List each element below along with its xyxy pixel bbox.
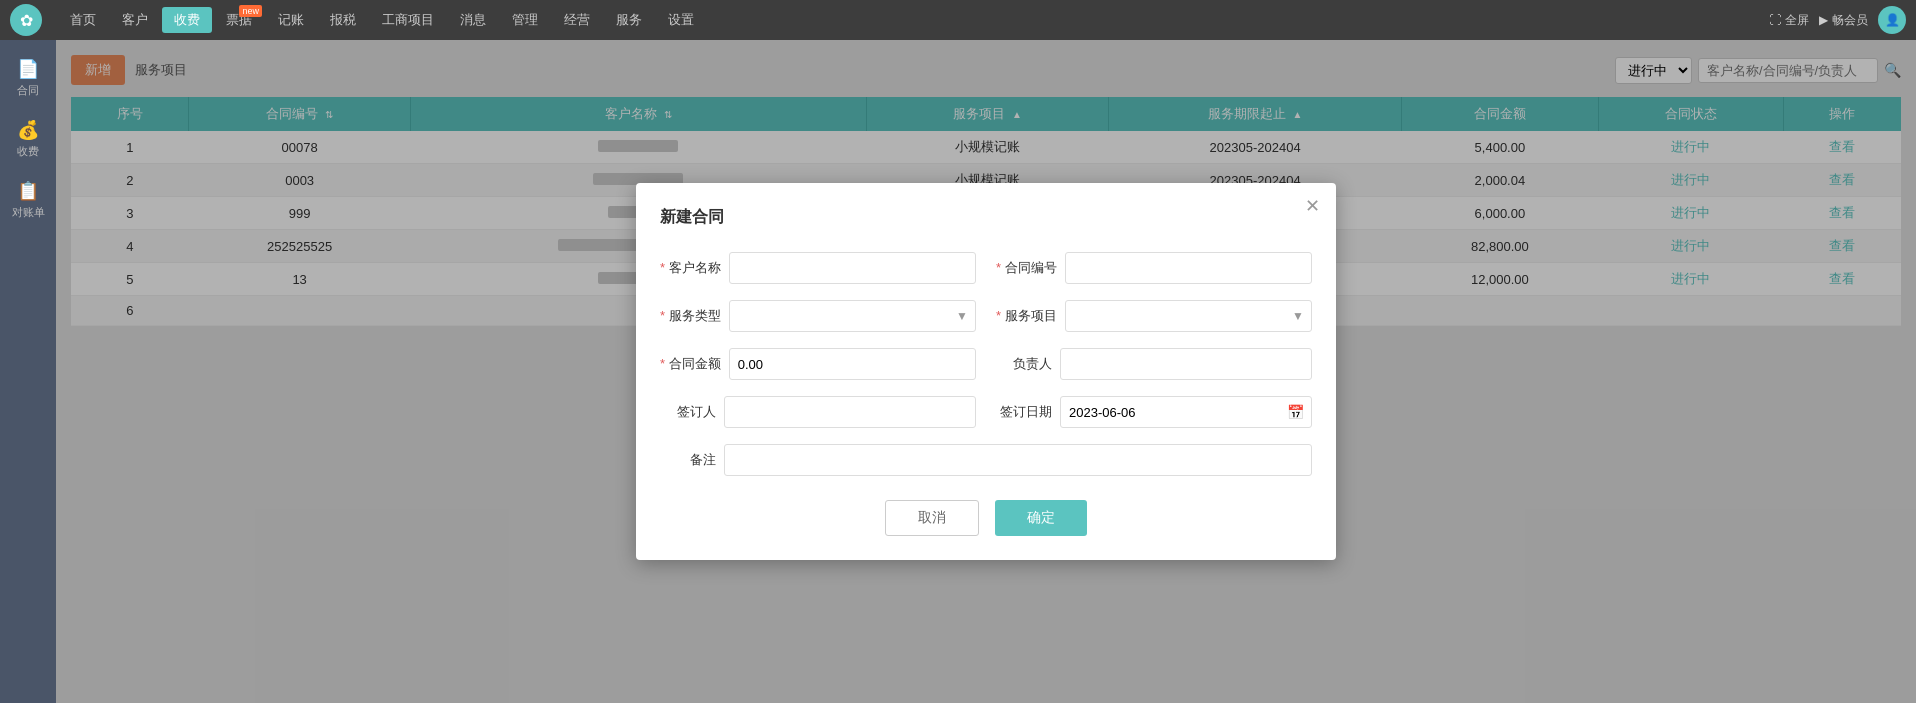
cancel-button[interactable]: 取消	[885, 500, 979, 536]
service-type-label: 服务类型	[660, 307, 721, 325]
contract-no-label: 合同编号	[996, 259, 1057, 277]
service-item-row: 服务项目 ▼	[996, 300, 1312, 332]
nav-right: ⛶ 全屏 ▶ 畅会员 👤	[1769, 6, 1906, 34]
contract-amount-row: 合同金额	[660, 348, 976, 380]
sign-date-input[interactable]	[1060, 396, 1312, 428]
user-avatar[interactable]: 👤	[1878, 6, 1906, 34]
nav-logo: ✿	[10, 4, 42, 36]
contract-no-row: 合同编号	[996, 252, 1312, 284]
signer-input[interactable]	[724, 396, 976, 428]
fullscreen-label: 全屏	[1785, 12, 1809, 29]
nav-business[interactable]: 工商项目	[370, 7, 446, 33]
modal-close-button[interactable]: ✕	[1305, 195, 1320, 217]
nav-operation[interactable]: 经营	[552, 7, 602, 33]
modal-footer: 取消 确定	[660, 500, 1312, 536]
customer-name-label: 客户名称	[660, 259, 721, 277]
confirm-button[interactable]: 确定	[995, 500, 1087, 536]
sidebar-item-contract[interactable]: 📄 合同	[3, 50, 53, 106]
sidebar-reconciliation-label: 对账单	[12, 205, 45, 220]
service-type-row: 服务类型 ▼	[660, 300, 976, 332]
nav-service[interactable]: 服务	[604, 7, 654, 33]
sign-date-row: 签订日期 📅	[996, 396, 1312, 428]
service-item-wrapper: ▼	[1065, 300, 1312, 332]
nav-invoice[interactable]: 票据 new	[214, 7, 264, 33]
modal-overlay: 新建合同 ✕ 客户名称 合同编号 服务类型	[56, 40, 1916, 703]
sign-date-label: 签订日期	[996, 403, 1052, 421]
fullscreen-button[interactable]: ⛶ 全屏	[1769, 12, 1809, 29]
nav-billing[interactable]: 收费	[162, 7, 212, 33]
fullscreen-icon: ⛶	[1769, 13, 1781, 27]
top-nav: ✿ 首页 客户 收费 票据 new 记账 报税 工商项目 消息 管理 经营 服务…	[0, 0, 1916, 40]
sign-date-wrapper: 📅	[1060, 396, 1312, 428]
reconciliation-icon: 📋	[17, 180, 39, 202]
nav-home[interactable]: 首页	[58, 7, 108, 33]
remarks-label: 备注	[660, 451, 716, 469]
sidebar: 📄 合同 💰 收费 📋 对账单	[0, 40, 56, 703]
play-icon: ▶	[1819, 13, 1828, 27]
nav-settings[interactable]: 设置	[656, 7, 706, 33]
nav-items: 首页 客户 收费 票据 new 记账 报税 工商项目 消息 管理 经营 服务 设…	[58, 7, 1769, 33]
signer-row: 签订人	[660, 396, 976, 428]
service-item-label: 服务项目	[996, 307, 1057, 325]
nav-bookkeeping[interactable]: 记账	[266, 7, 316, 33]
responsible-person-input[interactable]	[1060, 348, 1312, 380]
content-area: 新增 服务项目 进行中 已完成 已终止 🔍 序号 合同编号 ⇅ 客户名称 ⇅ 服…	[56, 40, 1916, 703]
service-type-wrapper: ▼	[729, 300, 976, 332]
billing-icon: 💰	[17, 119, 39, 141]
logo-icon: ✿	[20, 11, 33, 30]
form-grid: 客户名称 合同编号 服务类型 ▼	[660, 252, 1312, 476]
modal-title: 新建合同	[660, 207, 1312, 228]
sidebar-contract-label: 合同	[17, 83, 39, 98]
nav-management[interactable]: 管理	[500, 7, 550, 33]
nav-tax[interactable]: 报税	[318, 7, 368, 33]
nav-customer[interactable]: 客户	[110, 7, 160, 33]
vip-button[interactable]: ▶ 畅会员	[1819, 12, 1868, 29]
service-type-select[interactable]	[729, 300, 976, 332]
sidebar-item-billing[interactable]: 💰 收费	[3, 111, 53, 167]
responsible-person-label: 负责人	[996, 355, 1052, 373]
sidebar-billing-label: 收费	[17, 144, 39, 159]
remarks-input[interactable]	[724, 444, 1312, 476]
vip-label: 畅会员	[1832, 12, 1868, 29]
new-contract-modal: 新建合同 ✕ 客户名称 合同编号 服务类型	[636, 183, 1336, 560]
contract-no-input[interactable]	[1065, 252, 1312, 284]
contract-icon: 📄	[17, 58, 39, 80]
remarks-row: 备注	[660, 444, 1312, 476]
nav-message[interactable]: 消息	[448, 7, 498, 33]
main-layout: 📄 合同 💰 收费 📋 对账单 新增 服务项目 进行中 已完成 已终止 🔍	[0, 40, 1916, 703]
sidebar-item-reconciliation[interactable]: 📋 对账单	[3, 172, 53, 228]
new-badge: new	[239, 5, 262, 17]
service-item-select[interactable]	[1065, 300, 1312, 332]
contract-amount-label: 合同金额	[660, 355, 721, 373]
calendar-icon[interactable]: 📅	[1287, 404, 1304, 420]
signer-label: 签订人	[660, 403, 716, 421]
contract-amount-input[interactable]	[729, 348, 976, 380]
responsible-person-row: 负责人	[996, 348, 1312, 380]
customer-name-row: 客户名称	[660, 252, 976, 284]
customer-name-input[interactable]	[729, 252, 976, 284]
